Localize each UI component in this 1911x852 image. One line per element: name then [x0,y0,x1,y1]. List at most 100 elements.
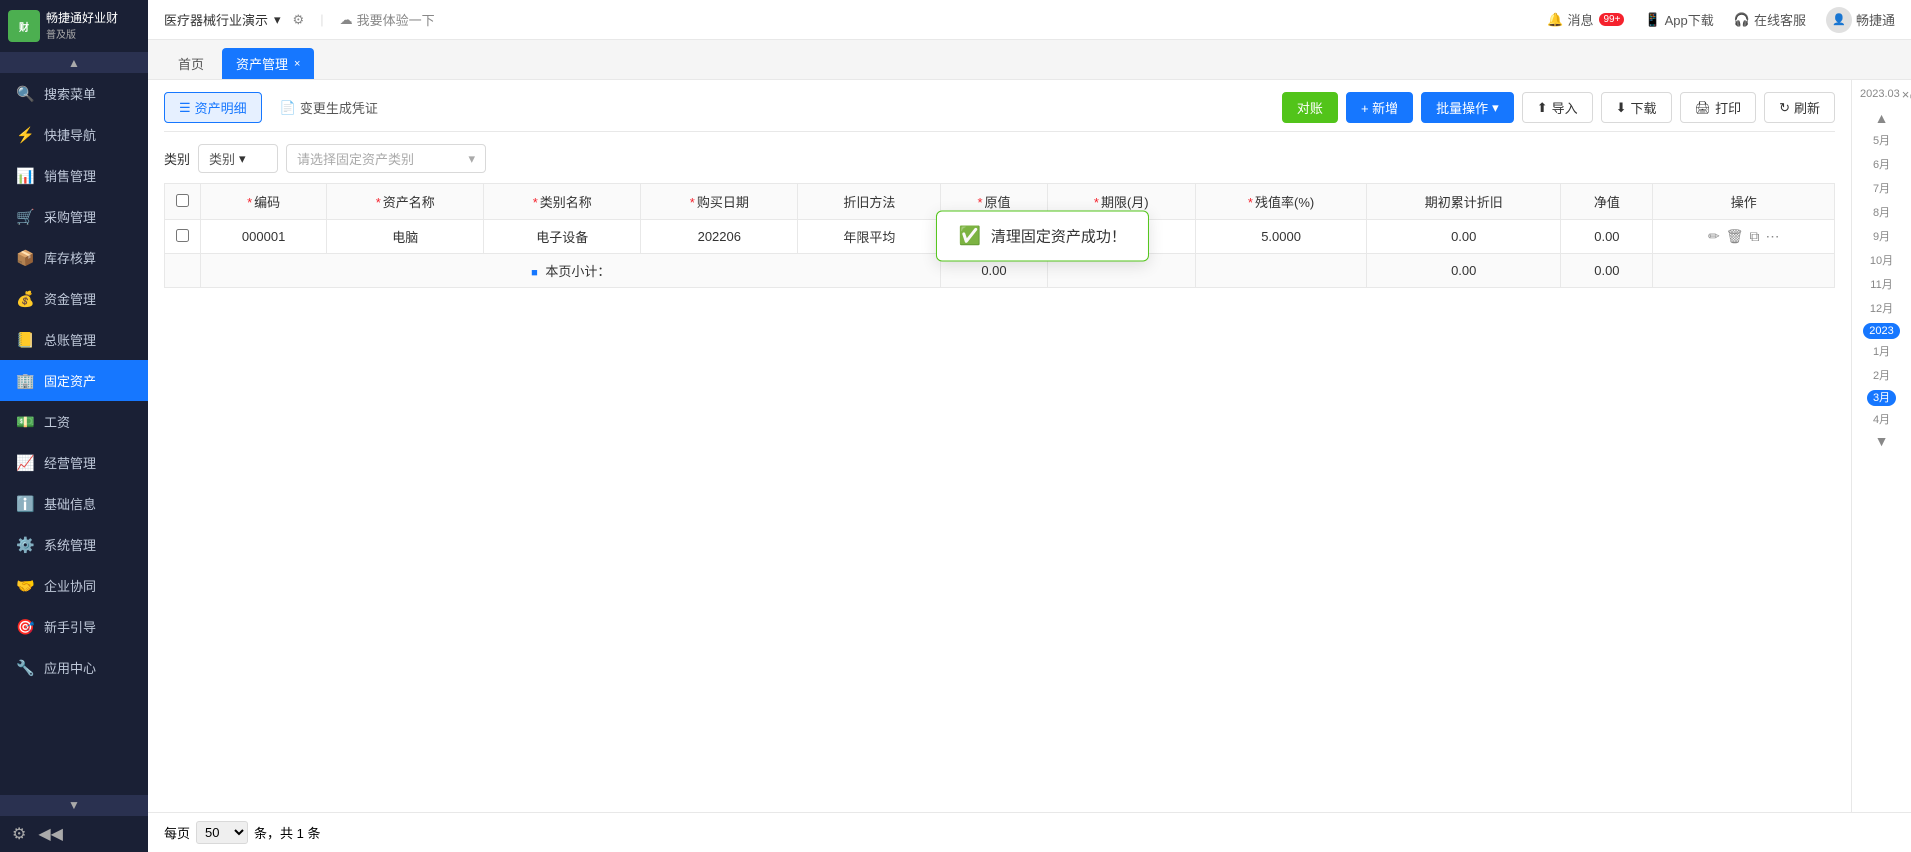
timeline-month-2[interactable]: 2月 [1852,363,1911,387]
sidebar-item-system[interactable]: ⚙️系统管理 [0,524,148,565]
notification-button[interactable]: 🔔 消息 99+ [1547,10,1624,29]
timeline-scroll-up[interactable]: ▲ [1873,108,1891,128]
timeline-month-11[interactable]: 11月 [1852,272,1911,296]
import-icon: ⬆ [1537,100,1548,116]
subtotal-label: 本页小计： [545,264,610,279]
sidebar-item-inventory[interactable]: 📦库存核算 [0,237,148,278]
cell-actions: ✏ 🗑 ⧉ ⋯ [1653,220,1835,254]
subtotal-rate [1196,254,1367,288]
category-search-input[interactable]: 请选择固定资产类别 ▾ [286,144,486,173]
tab-asset-management[interactable]: 资产管理 × [222,48,314,79]
avatar: 👤 [1826,7,1852,33]
sidebar-item-guide[interactable]: 🎯新手引导 [0,606,148,647]
pagination-bar: 每页 50 10 20 100 条，共 1 条 [148,812,1911,852]
sidebar-icon-payroll: 💵 [16,413,34,431]
sidebar-icon-inventory: 📦 [16,249,34,267]
header-checkbox-cell [165,184,201,220]
sidebar-item-app-center[interactable]: 🔧应用中心 [0,647,148,688]
bell-icon: 🔔 [1547,12,1563,28]
app-download-button[interactable]: 📱 App下载 [1644,10,1713,29]
timeline-month-5[interactable]: 5月 [1852,128,1911,152]
timeline-month-12[interactable]: 12月 [1852,296,1911,320]
company-selector[interactable]: 医疗器械行业演示 ▾ [164,10,281,29]
sidebar-icon-quick-nav: ⚡ [16,126,34,144]
sidebar-item-payroll[interactable]: 💵工资 [0,401,148,442]
sidebar-item-sales[interactable]: 📊销售管理 [0,155,148,196]
select-all-checkbox[interactable] [176,194,189,207]
sidebar-scroll-up[interactable]: ▲ [0,53,148,73]
gear-icon[interactable]: ⚙ [293,12,305,28]
sidebar-label-quick-nav: 快捷导航 [44,125,96,144]
user-profile[interactable]: 👤 畅捷通 [1826,7,1895,33]
reconcile-button[interactable]: 对账 [1282,92,1338,123]
batch-button[interactable]: 批量操作 ▾ [1421,92,1514,123]
timeline-scroll-down[interactable]: ▼ [1873,431,1891,451]
sidebar-icon-guide: 🎯 [16,618,34,636]
collapse-icon[interactable]: ◀◀ [38,824,63,844]
settings-icon[interactable]: ⚙ [12,824,26,844]
import-button[interactable]: ⬆ 导入 [1522,92,1593,123]
sidebar-label-sales: 销售管理 [44,166,96,185]
header-code: *编码 [201,184,327,220]
sidebar-icon-basic-info: ℹ️ [16,495,34,513]
sidebar-item-ledger[interactable]: 📒总账管理 [0,319,148,360]
sidebar-item-purchase[interactable]: 🛒采购管理 [0,196,148,237]
timeline-month-3-active[interactable]: 3月 [1867,390,1896,406]
experience-button[interactable]: ☁ 我要体验一下 [340,10,435,29]
timeline-header: 2023.03 [1858,84,1902,104]
sidebar-item-fixed-assets[interactable]: 🏢固定资产 [0,360,148,401]
batch-dropdown-icon: ▾ [1492,100,1499,116]
timeline-month-7[interactable]: 7月 [1852,176,1911,200]
sidebar-bottom: ⚙ ◀◀ [0,815,148,852]
download-label: 下载 [1631,98,1657,117]
sub-tab-asset-detail[interactable]: ☰ 资产明细 [164,92,262,123]
timeline-month-1[interactable]: 1月 [1852,339,1911,363]
cell-category: 电子设备 [484,220,641,254]
download-label: App下载 [1665,10,1714,29]
toast-message: ✅ 清理固定资产成功！ [935,210,1148,261]
new-button[interactable]: + 新增 [1346,92,1413,123]
subtotal-icon: ■ [531,267,538,279]
tab-home[interactable]: 首页 [164,48,218,79]
more-icon[interactable]: ⋯ [1766,228,1780,245]
timeline-month-10[interactable]: 10月 [1852,248,1911,272]
sidebar-item-operations[interactable]: 📈 经营管理 [0,442,148,483]
sidebar-label-search: 搜索菜单 [44,84,96,103]
delete-icon[interactable]: 🗑 [1726,228,1744,245]
edit-icon[interactable]: ✏ [1708,228,1720,245]
sidebar-label-operations: 经营管理 [44,453,96,472]
sidebar-scroll-down[interactable]: ▼ [0,795,148,815]
sidebar-icon-operations: 📈 [16,454,34,472]
company-dropdown-icon: ▾ [274,12,281,28]
sidebar-item-search[interactable]: 🔍搜索菜单 [0,73,148,114]
sidebar-item-quick-nav[interactable]: ⚡ 快捷导航 [0,114,148,155]
cell-accumulated: 0.00 [1367,220,1561,254]
new-label: + 新增 [1361,98,1398,117]
cloud-icon: ☁ [340,12,353,28]
copy-icon[interactable]: ⧉ [1750,228,1760,245]
list-icon: ☰ [179,100,191,116]
print-label: 打印 [1715,98,1741,117]
timeline-month-9[interactable]: 9月 [1852,224,1911,248]
sub-tab-change-voucher[interactable]: 📄 变更生成凭证 [266,93,392,122]
per-page-select[interactable]: 50 10 20 100 [196,821,248,844]
timeline-month-4[interactable]: 4月 [1852,407,1911,431]
download-button[interactable]: ⬇ 下载 [1601,92,1672,123]
sidebar-item-enterprise[interactable]: 🤝企业协同 [0,565,148,606]
header-category: *类别名称 [484,184,641,220]
timeline-year-badge[interactable]: 2023 [1863,323,1899,339]
print-button[interactable]: 🖨 打印 [1680,92,1757,123]
refresh-button[interactable]: ↻ 刷新 [1764,92,1835,123]
category-dropdown[interactable]: 类别 ▾ [198,144,278,173]
timeline-close-button[interactable]: × [1902,87,1910,102]
timeline-month-6[interactable]: 6月 [1852,152,1911,176]
toast-success-icon: ✅ [958,225,980,246]
sidebar-item-capital[interactable]: 💰资金管理 [0,278,148,319]
sidebar-item-basic-info[interactable]: ℹ️基础信息 [0,483,148,524]
subtotal-label-cell: ■ 本页小计： [201,254,941,288]
online-service-button[interactable]: 🎧 在线客服 [1734,10,1806,29]
tab-close-button[interactable]: × [294,58,300,70]
sidebar-label-enterprise: 企业协同 [44,576,96,595]
timeline-month-8[interactable]: 8月 [1852,200,1911,224]
row-checkbox[interactable] [176,229,189,242]
